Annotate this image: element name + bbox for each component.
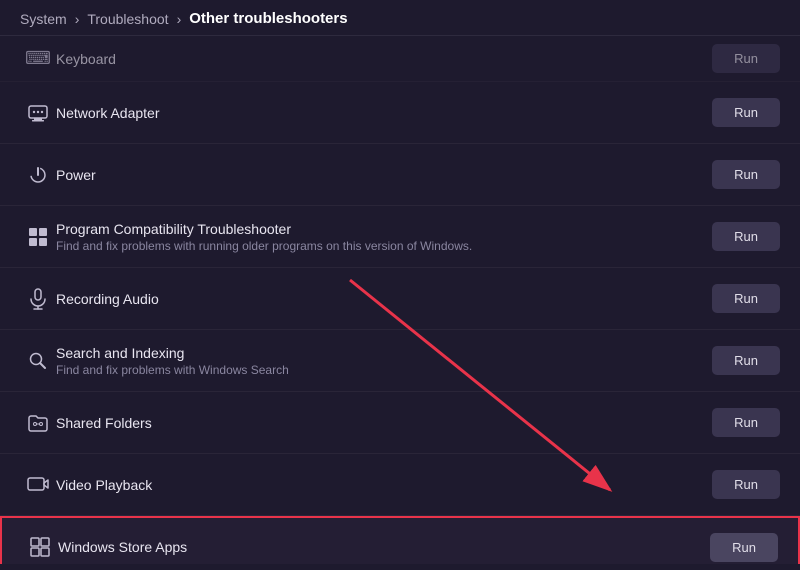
run-button-program-compatibility[interactable]: Run [712, 222, 780, 251]
item-title-power: Power [56, 167, 712, 183]
breadcrumb: System › Troubleshoot › Other troublesho… [0, 0, 800, 36]
run-button-shared-folders[interactable]: Run [712, 408, 780, 437]
item-title-shared-folders: Shared Folders [56, 415, 712, 431]
list-item-keyboard: ⌨ Keyboard Run [0, 36, 800, 82]
run-button-keyboard[interactable]: Run [712, 44, 780, 73]
windows-store-apps-icon [22, 536, 58, 558]
item-title-program-compatibility: Program Compatibility Troubleshooter [56, 221, 712, 237]
keyboard-icon: ⌨ [20, 48, 56, 69]
breadcrumb-troubleshoot[interactable]: Troubleshoot [87, 11, 168, 27]
breadcrumb-sep1: › [75, 11, 80, 27]
shared-folders-icon [20, 413, 56, 433]
breadcrumb-system[interactable]: System [20, 11, 67, 27]
list-item-windows-store-apps: Windows Store Apps Run [0, 516, 800, 564]
search-indexing-icon [20, 351, 56, 371]
network-adapter-icon [20, 102, 56, 124]
run-button-search-indexing[interactable]: Run [712, 346, 780, 375]
run-button-video-playback[interactable]: Run [712, 470, 780, 499]
item-desc-search-indexing: Find and fix problems with Windows Searc… [56, 363, 712, 377]
troubleshooter-list: ⌨ Keyboard Run Network Adapter Run [0, 36, 800, 564]
list-item-program-compatibility: Program Compatibility Troubleshooter Fin… [0, 206, 800, 268]
item-title-recording-audio: Recording Audio [56, 291, 712, 307]
breadcrumb-sep2: › [177, 11, 182, 27]
recording-audio-icon [20, 288, 56, 310]
list-item-recording-audio: Recording Audio Run [0, 268, 800, 330]
list-item-power: Power Run [0, 144, 800, 206]
breadcrumb-current: Other troubleshooters [189, 10, 347, 27]
item-title-search-indexing: Search and Indexing [56, 345, 712, 361]
item-title-video-playback: Video Playback [56, 477, 712, 493]
list-item-network-adapter: Network Adapter Run [0, 82, 800, 144]
program-compatibility-icon [20, 226, 56, 248]
run-button-recording-audio[interactable]: Run [712, 284, 780, 313]
run-button-windows-store-apps[interactable]: Run [710, 533, 778, 562]
list-item-video-playback: Video Playback Run [0, 454, 800, 516]
list-item-search-indexing: Search and Indexing Find and fix problem… [0, 330, 800, 392]
list-item-shared-folders: Shared Folders Run [0, 392, 800, 454]
run-button-power[interactable]: Run [712, 160, 780, 189]
run-button-network-adapter[interactable]: Run [712, 98, 780, 127]
video-playback-icon [20, 476, 56, 494]
item-title-keyboard: Keyboard [56, 51, 712, 67]
item-desc-program-compatibility: Find and fix problems with running older… [56, 239, 712, 253]
item-title-windows-store-apps: Windows Store Apps [58, 539, 710, 555]
item-title-network-adapter: Network Adapter [56, 105, 712, 121]
power-icon [20, 165, 56, 185]
